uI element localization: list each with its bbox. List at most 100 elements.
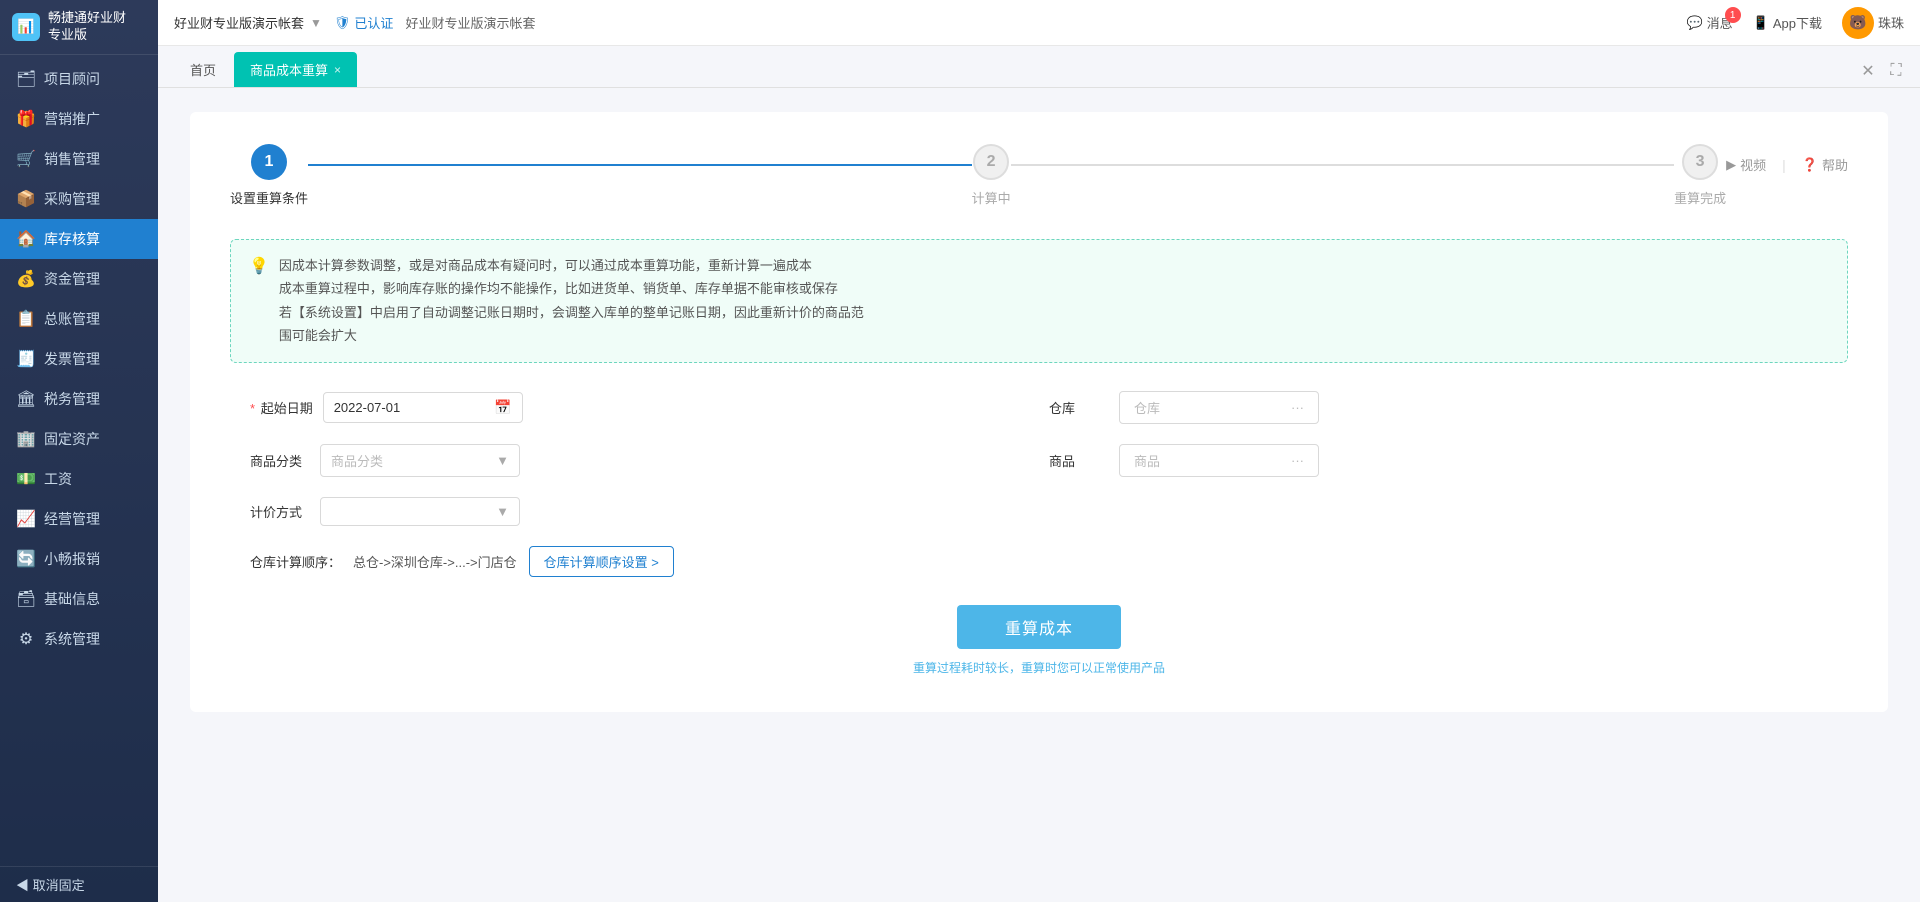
sidebar-item-accounting[interactable]: 📋总账管理 — [0, 299, 158, 339]
dropdown-icon: ▼ — [496, 453, 509, 468]
account-selector[interactable]: 好业财专业版演示帐套 ▼ — [174, 13, 322, 32]
video-button[interactable]: ▶ 视频 — [1726, 155, 1766, 174]
warehouse-input[interactable]: 仓库 ··· — [1119, 391, 1319, 424]
pricing-group: 计价方式 ▼ — [250, 497, 1029, 526]
warning-icon: 💡 — [249, 256, 269, 348]
sidebar-item-purchase[interactable]: 📦 采购管理 — [0, 179, 158, 219]
pricing-select[interactable]: ▼ — [320, 497, 520, 526]
sidebar-item-marketing[interactable]: 🎁营销推广 — [0, 99, 158, 139]
sidebar-item-label: 营销推广 — [44, 109, 100, 129]
sidebar-item-salary[interactable]: 💵 工资 — [0, 459, 158, 499]
sidebar-unpin-button[interactable]: ◀ 取消固定 — [0, 866, 158, 902]
purchase-icon: 📦 — [16, 189, 36, 209]
warehouse-order-setting-button[interactable]: 仓库计算顺序设置 > — [529, 546, 674, 577]
warehouse-order-row: 仓库计算顺序： 总仓->深圳仓库->...->门店仓 仓库计算顺序设置 > — [250, 546, 1828, 577]
step-2-label: 计算中 — [972, 188, 1011, 207]
sidebar-logo[interactable]: 📊 畅捷通好业财 专业版 — [0, 0, 158, 55]
step-line-1 — [308, 164, 972, 166]
sidebar-item-inventory[interactable]: 🏠 库存核算 — [0, 219, 158, 259]
shield-icon: 🛡 — [334, 15, 351, 31]
category-placeholder: 商品分类 — [331, 451, 496, 470]
help-button[interactable]: ❓ 帮助 — [1802, 155, 1848, 174]
goods-label: 商品 — [1049, 451, 1109, 470]
step-2-circle: 2 — [973, 144, 1009, 180]
step-1-circle: 1 — [251, 144, 287, 180]
warehouse-label: 仓库 — [1049, 398, 1109, 417]
sidebar-item-label: 发票管理 — [44, 349, 100, 369]
calendar-icon: 📅 — [494, 399, 511, 416]
sidebar-item-sales[interactable]: 🛒销售管理 — [0, 139, 158, 179]
tab-home[interactable]: 首页 — [174, 52, 232, 87]
notice-content: 因成本计算参数调整，或是对商品成本有疑问时，可以通过成本重算功能，重新计算一遍成… — [279, 254, 864, 348]
expand-window-button[interactable]: ⛶ — [1884, 59, 1908, 83]
warehouse-group: 仓库 仓库 ··· — [1049, 391, 1828, 424]
app-download-button[interactable]: 📱 App下载 — [1753, 13, 1822, 32]
sidebar-item-operation[interactable]: 📈经营管理 — [0, 499, 158, 539]
form-section: * 起始日期 2022-07-01 📅 仓库 仓库 ·· — [230, 391, 1848, 577]
step-1-label: 设置重算条件 — [230, 188, 308, 207]
avatar: 🐻 — [1842, 7, 1874, 39]
operation-icon: 📈 — [16, 509, 36, 529]
warehouse-placeholder: 仓库 — [1134, 398, 1160, 417]
chevron-down-icon: ▼ — [310, 16, 322, 30]
sidebar-nav: 🗂 项目顾问 🎁营销推广🛒销售管理 📦 采购管理 🏠 库存核算 💰资金管理📋总账管理 🧾 发票管理… — [0, 55, 158, 866]
sidebar-item-label: 库存核算 — [44, 229, 100, 249]
goods-placeholder: 商品 — [1134, 451, 1160, 470]
category-select[interactable]: 商品分类 ▼ — [320, 444, 520, 477]
goods-input[interactable]: 商品 ··· — [1119, 444, 1319, 477]
pricing-label: 计价方式 — [250, 502, 310, 521]
category-group: 商品分类 商品分类 ▼ — [250, 444, 1029, 477]
close-window-button[interactable]: ✕ — [1856, 59, 1880, 83]
sidebar-item-label: 固定资产 — [44, 429, 100, 449]
basic-icon: 🗃 — [16, 589, 36, 609]
sidebar-item-basic[interactable]: 🗃基础信息 — [0, 579, 158, 619]
sidebar-item-tax[interactable]: 🏛税务管理 — [0, 379, 158, 419]
account-name: 好业财专业版演示帐套 — [174, 13, 304, 32]
sidebar-item-system[interactable]: ⚙系统管理 — [0, 619, 158, 659]
sidebar-item-label: 小畅报销 — [44, 549, 100, 569]
sidebar-item-finance[interactable]: 💰资金管理 — [0, 259, 158, 299]
sidebar-item-invoice[interactable]: 🧾 发票管理 — [0, 339, 158, 379]
tab-close-icon[interactable]: × — [334, 63, 341, 77]
start-date-input[interactable]: 2022-07-01 📅 — [323, 392, 523, 423]
content-card: 1 设置重算条件 2 计算中 3 重算完成 — [190, 112, 1888, 712]
message-button[interactable]: 💬 消息 1 — [1686, 13, 1732, 32]
category-label: 商品分类 — [250, 451, 310, 470]
steps-indicator: 1 设置重算条件 2 计算中 3 重算完成 — [230, 144, 1848, 207]
sidebar-item-expense[interactable]: 🔄小畅报销 — [0, 539, 158, 579]
project-icon: 🗂 — [16, 69, 36, 89]
sidebar-item-label: 资金管理 — [44, 269, 100, 289]
sidebar-item-label: 项目顾问 — [44, 69, 100, 89]
account-display-name: 好业财专业版演示帐套 — [405, 13, 535, 32]
app-name: 畅捷通好业财 — [48, 10, 126, 27]
start-date-label: * 起始日期 — [250, 398, 313, 417]
tax-icon: 🏛 — [16, 389, 36, 409]
step-2: 2 计算中 — [972, 144, 1011, 207]
tab-cost-recalc[interactable]: 商品成本重算 × — [234, 52, 357, 87]
main-content: 好业财专业版演示帐套 ▼ 🛡 已认证 好业财专业版演示帐套 💬 消息 1 📱 A… — [158, 0, 1920, 902]
topbar: 好业财专业版演示帐套 ▼ 🛡 已认证 好业财专业版演示帐套 💬 消息 1 📱 A… — [158, 0, 1920, 46]
sidebar-item-label: 工资 — [44, 469, 72, 489]
inventory-icon: 🏠 — [16, 229, 36, 249]
salary-icon: 💵 — [16, 469, 36, 489]
step-actions: ▶ 视频 | ❓ 帮助 — [1726, 155, 1848, 196]
system-icon: ⚙ — [16, 629, 36, 649]
recalculate-button[interactable]: 重算成本 — [957, 605, 1121, 649]
sidebar-item-assets[interactable]: 🏢 固定资产 — [0, 419, 158, 459]
submit-section: 重算成本 重算过程耗时较长，重算时您可以正常使用产品 — [230, 605, 1848, 676]
step-3: 3 重算完成 — [1674, 144, 1726, 207]
sidebar-item-project[interactable]: 🗂 项目顾问 — [0, 59, 158, 99]
step-line-2 — [1011, 164, 1675, 166]
sidebar-item-label: 采购管理 — [44, 189, 100, 209]
app-edition: 专业版 — [48, 27, 126, 44]
notice-box: 💡 因成本计算参数调整，或是对商品成本有疑问时，可以通过成本重算功能，重新计算一… — [230, 239, 1848, 363]
step-3-label: 重算完成 — [1674, 188, 1726, 207]
content-area: 1 设置重算条件 2 计算中 3 重算完成 — [158, 88, 1920, 902]
start-date-group: * 起始日期 2022-07-01 📅 — [250, 392, 1029, 423]
ellipsis-icon: ··· — [1291, 400, 1304, 415]
submit-hint: 重算过程耗时较长，重算时您可以正常使用产品 — [913, 659, 1165, 676]
invoice-icon: 🧾 — [16, 349, 36, 369]
pricing-dropdown-icon: ▼ — [496, 504, 509, 519]
user-avatar-button[interactable]: 🐻 珠珠 — [1842, 7, 1904, 39]
assets-icon: 🏢 — [16, 429, 36, 449]
